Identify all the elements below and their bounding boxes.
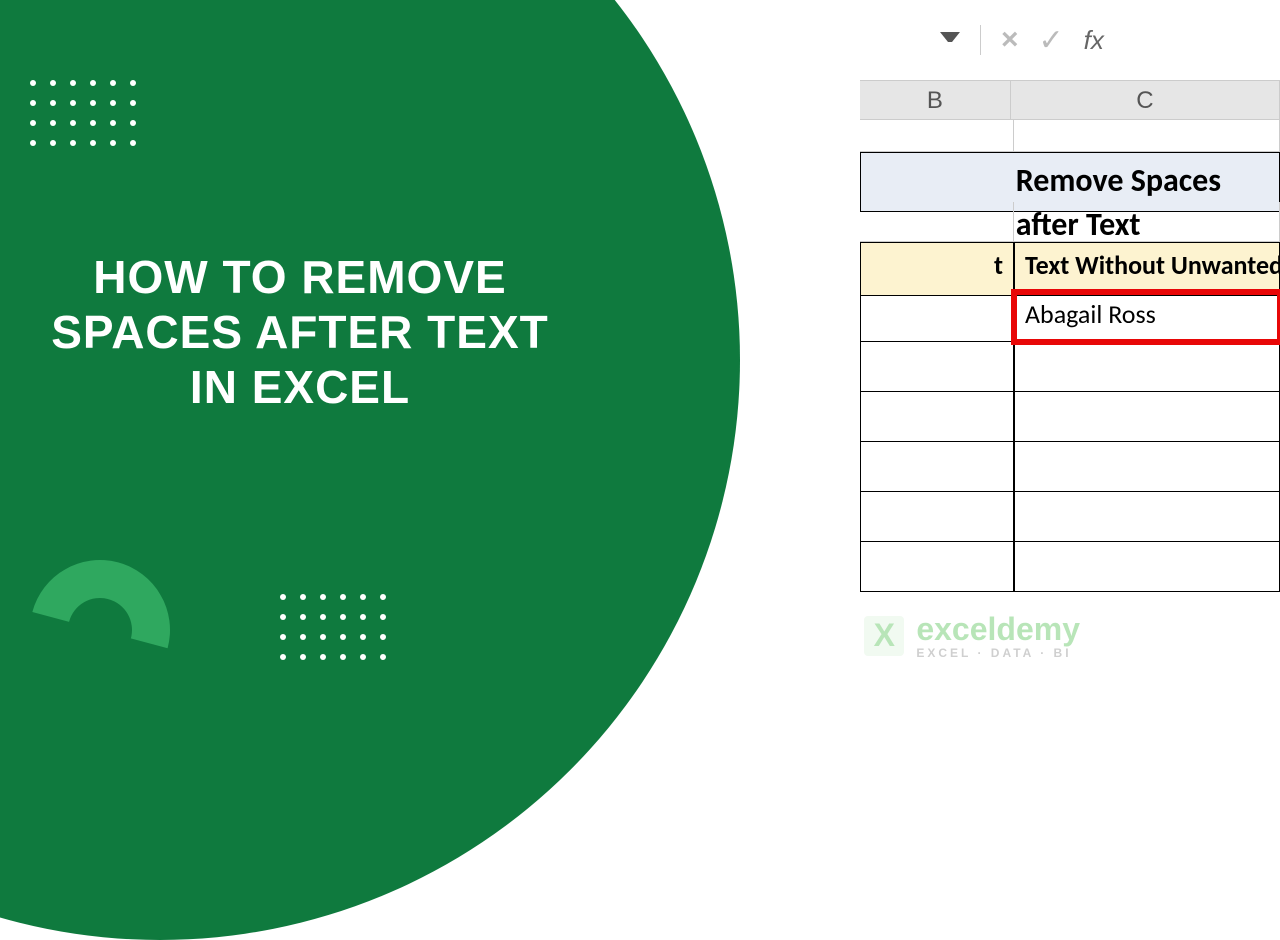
table-header-right[interactable]: Text Without Unwanted Space [1014,242,1280,296]
table-cell[interactable] [1014,442,1280,492]
table-cell[interactable] [860,442,1014,492]
cell[interactable] [860,120,1014,152]
dots-decoration-top [30,80,136,146]
separator [980,25,981,55]
table-cell[interactable] [860,542,1014,592]
cancel-icon[interactable]: × [1001,23,1019,57]
dots-decoration-bottom [280,594,386,660]
table-cell[interactable] [1014,542,1280,592]
excel-logo-icon: X [864,616,904,656]
table-header-left[interactable]: t [860,242,1014,296]
table-cell[interactable] [860,492,1014,542]
watermark-tagline: EXCEL · DATA · BI [916,646,1080,660]
result-cell[interactable]: Abagail Ross [1014,292,1280,342]
table-cell[interactable] [1014,492,1280,542]
cell[interactable] [860,202,1014,242]
table-cell[interactable] [860,392,1014,442]
fx-icon[interactable]: fx [1084,25,1104,56]
table-cell[interactable] [860,292,1014,342]
table-cell[interactable] [1014,342,1280,392]
table-cell[interactable] [1014,392,1280,442]
watermark-brand: exceldemy [916,611,1080,647]
cell[interactable] [1014,202,1280,242]
column-headers: B C [860,80,1280,120]
watermark: X exceldemy EXCEL · DATA · BI [864,611,1080,660]
table-cell[interactable] [860,342,1014,392]
col-header-b[interactable]: B [860,81,1011,119]
namebox-dropdown-icon[interactable] [940,32,960,52]
enter-check-icon[interactable]: ✓ [1039,23,1064,58]
page-title: HOW TO REMOVE SPACES AFTER TEXT IN EXCEL [40,250,560,416]
sheet-body: Remove Spaces after Text t Text Without … [860,120,1280,592]
cell[interactable] [1014,120,1280,152]
col-header-c[interactable]: C [1011,81,1280,119]
formula-bar: × ✓ fx [940,10,1280,70]
